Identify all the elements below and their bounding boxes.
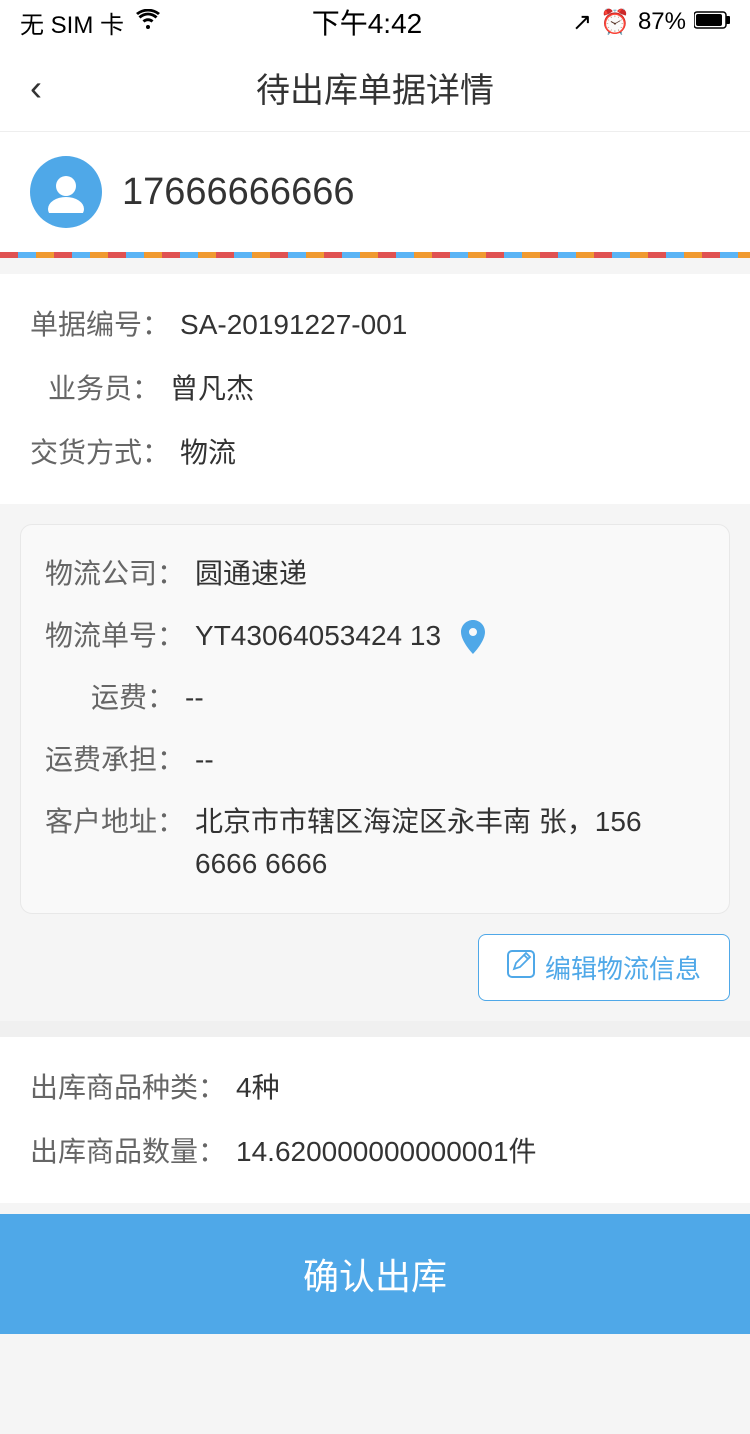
- confirm-button-label: 确认出库: [303, 1248, 447, 1300]
- status-right: ↗ ⏰ 87%: [572, 8, 730, 37]
- staff-value: 曾凡杰: [170, 368, 720, 410]
- product-type-label: 出库商品种类：: [30, 1067, 236, 1109]
- logistics-freight-row: 运费： --: [45, 677, 705, 719]
- document-number-label: 单据编号：: [30, 304, 180, 346]
- battery-icon: [694, 8, 730, 36]
- section-divider: [0, 1021, 750, 1037]
- basic-info-section: 单据编号： SA-20191227-001 业务员： 曾凡杰 交货方式： 物流: [0, 274, 750, 504]
- product-quantity-label: 出库商品数量：: [30, 1131, 236, 1173]
- product-type-row: 出库商品种类： 4种: [30, 1067, 720, 1109]
- logistics-freight-value: --: [185, 677, 705, 719]
- logistics-tracking-label: 物流单号：: [45, 615, 195, 657]
- logistics-freight-bear-label: 运费承担：: [45, 739, 195, 781]
- document-number-value: SA-20191227-001: [180, 304, 720, 346]
- logistics-tracking-value: YT43064053424 13: [195, 615, 705, 657]
- edit-icon: [507, 950, 535, 985]
- wifi-icon: [134, 8, 162, 36]
- staff-row: 业务员： 曾凡杰: [30, 368, 720, 410]
- edit-logistics-btn-row: 编辑物流信息: [20, 934, 730, 1011]
- person-icon: [45, 171, 87, 213]
- document-number-row: 单据编号： SA-20191227-001: [30, 304, 720, 346]
- edit-logistics-button[interactable]: 编辑物流信息: [478, 934, 730, 1001]
- alarm-icon: ⏰: [600, 8, 630, 37]
- edit-logistics-label: 编辑物流信息: [545, 949, 701, 986]
- logistics-address-value: 北京市市辖区海淀区永丰南 张，156 6666 6666: [195, 801, 705, 885]
- color-dash-divider: [0, 252, 750, 258]
- logistics-address-label: 客户地址：: [45, 801, 195, 843]
- status-time: 下午4:42: [312, 2, 423, 42]
- staff-label: 业务员：: [30, 368, 170, 410]
- logistics-freight-label: 运费：: [45, 677, 185, 719]
- status-bar: 无 SIM 卡 下午4:42 ↗ ⏰ 87%: [0, 0, 750, 44]
- back-button[interactable]: ‹: [30, 67, 42, 109]
- logistics-company-label: 物流公司：: [45, 553, 195, 595]
- logistics-company-value: 圆通速递: [195, 553, 705, 595]
- logistics-freight-bear-row: 运费承担： --: [45, 739, 705, 781]
- product-quantity-value: 14.620000000000001件: [236, 1131, 720, 1173]
- user-phone: 17666666666: [122, 171, 354, 214]
- logistics-freight-bear-value: --: [195, 739, 705, 781]
- logistics-company-row: 物流公司： 圆通速递: [45, 553, 705, 595]
- logistics-tracking-row: 物流单号： YT43064053424 13: [45, 615, 705, 657]
- delivery-value: 物流: [180, 432, 720, 474]
- user-header: 17666666666: [0, 132, 750, 252]
- nav-bar: ‹ 待出库单据详情: [0, 44, 750, 132]
- page-title: 待出库单据详情: [256, 63, 494, 112]
- logistics-address-row: 客户地址： 北京市市辖区海淀区永丰南 张，156 6666 6666: [45, 801, 705, 885]
- product-section: 出库商品种类： 4种 出库商品数量： 14.620000000000001件: [0, 1037, 750, 1203]
- logistics-card: 物流公司： 圆通速递 物流单号： YT43064053424 13 运费： --…: [20, 524, 730, 914]
- battery-text: 87%: [638, 8, 686, 36]
- product-quantity-row: 出库商品数量： 14.620000000000001件: [30, 1131, 720, 1173]
- map-pin-icon[interactable]: [455, 618, 491, 654]
- carrier-text: 无 SIM 卡: [20, 5, 124, 40]
- product-type-value: 4种: [236, 1067, 720, 1109]
- delivery-row: 交货方式： 物流: [30, 432, 720, 474]
- location-arrow-icon: ↗: [572, 8, 592, 37]
- confirm-button[interactable]: 确认出库: [0, 1214, 750, 1334]
- delivery-label: 交货方式：: [30, 432, 180, 474]
- status-left: 无 SIM 卡: [20, 5, 162, 40]
- user-avatar: [30, 156, 102, 228]
